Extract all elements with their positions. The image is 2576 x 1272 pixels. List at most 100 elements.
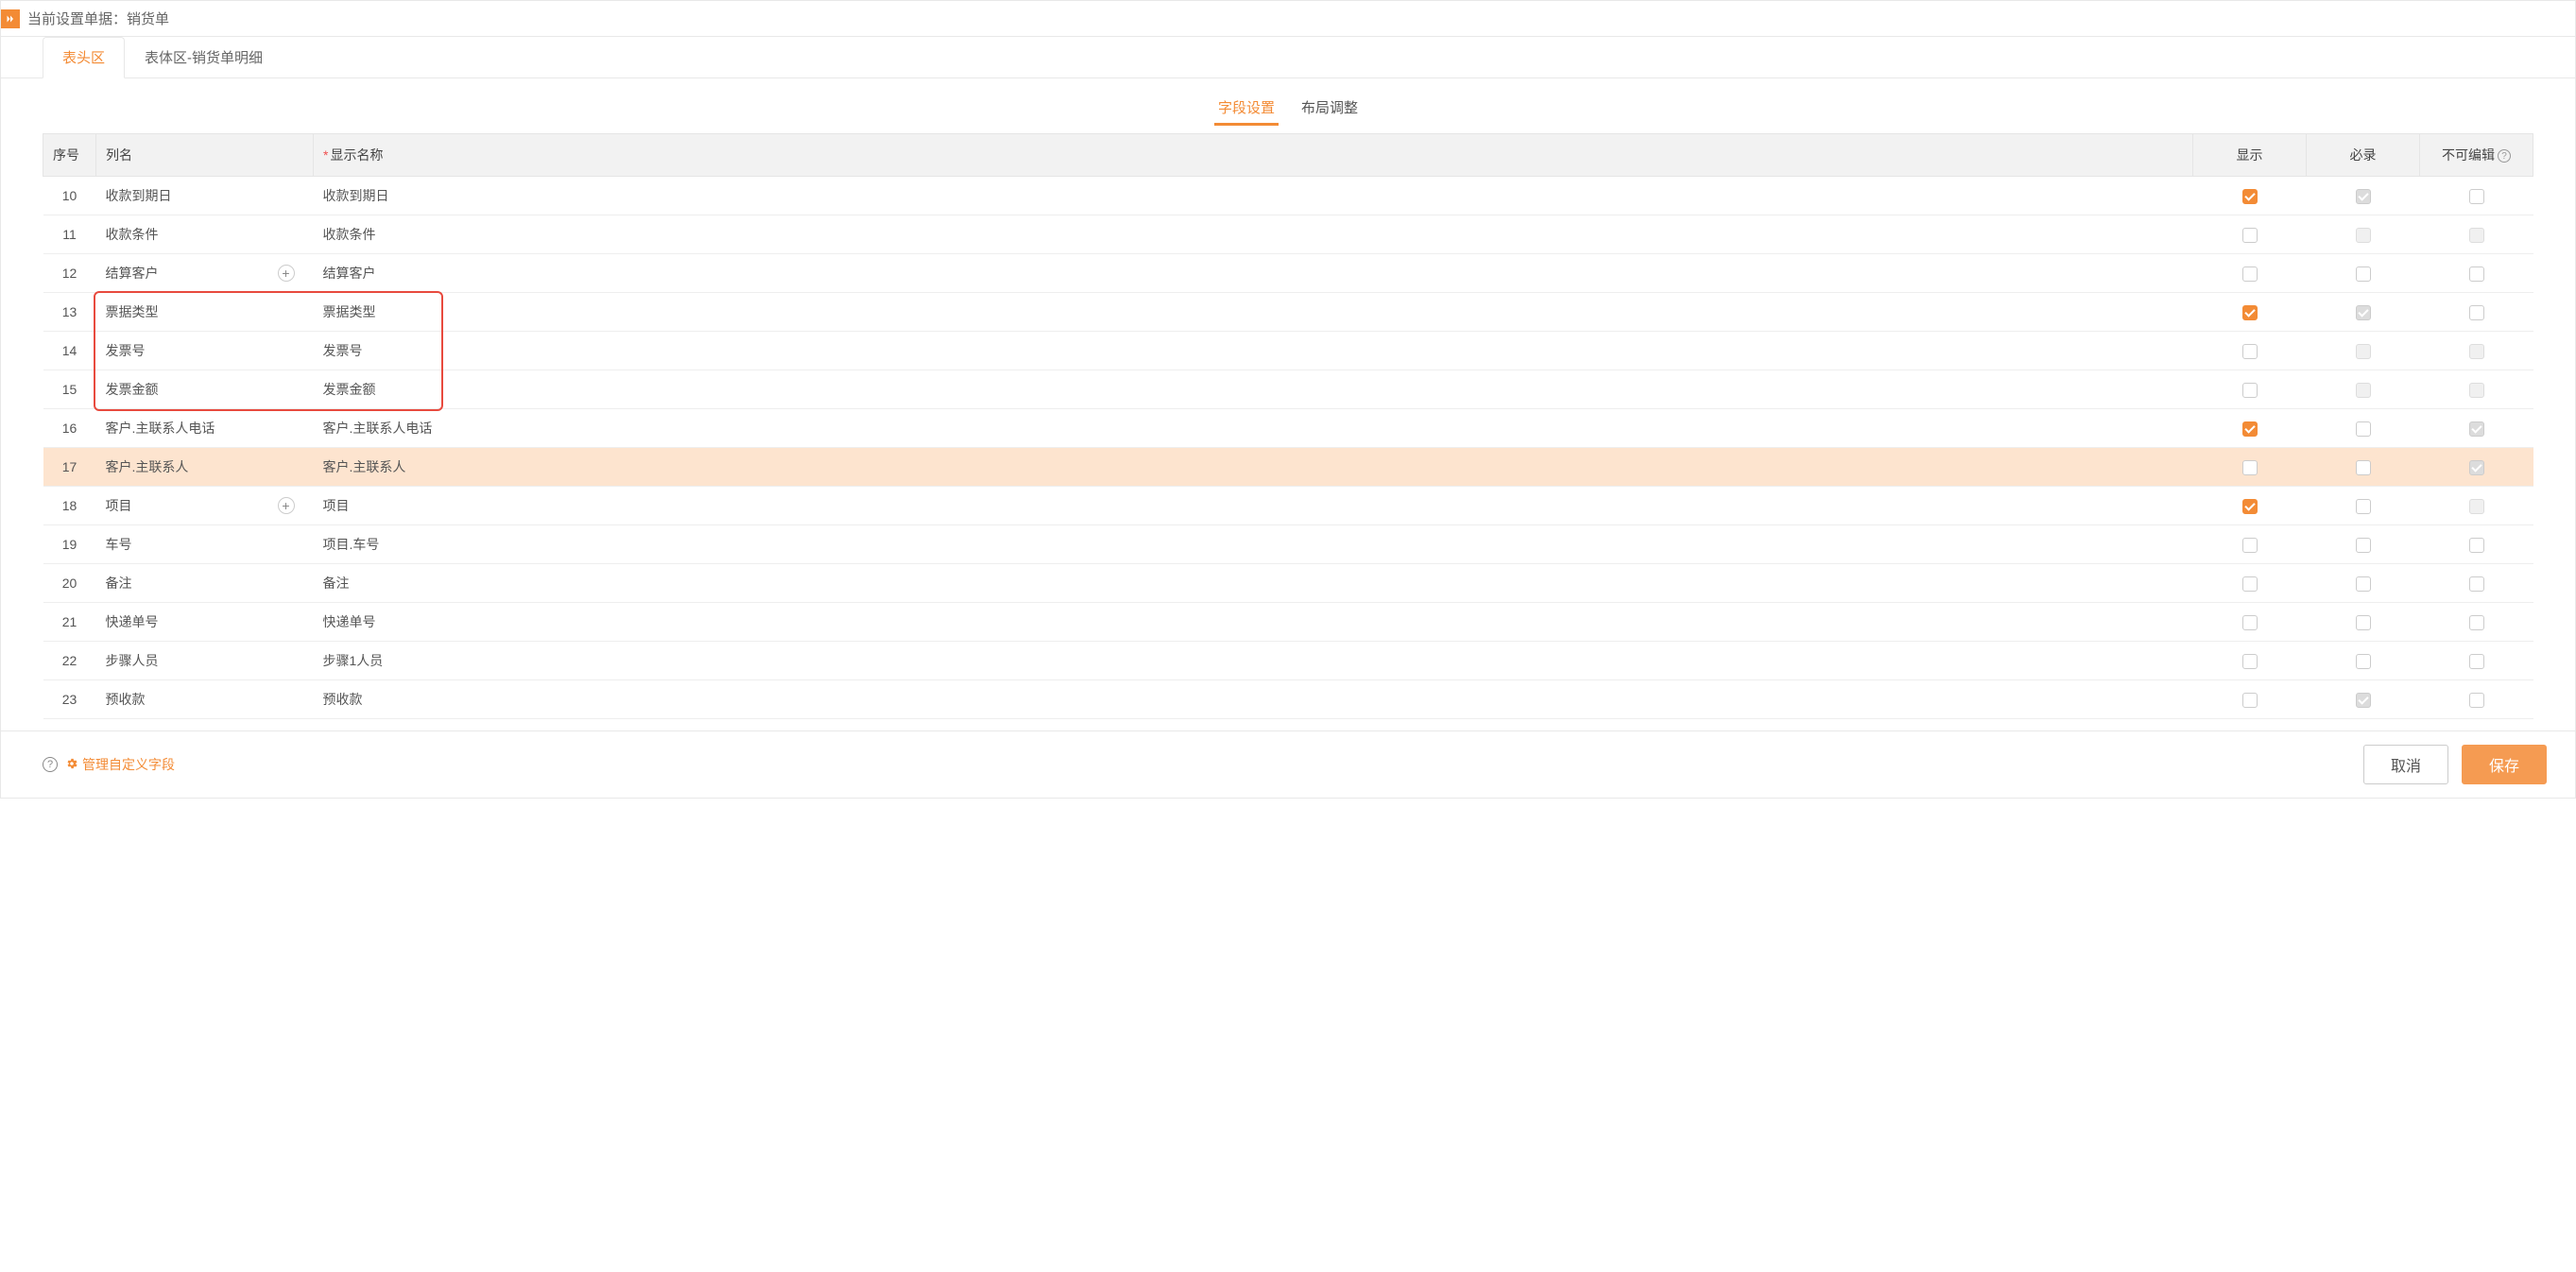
- cell-display-name[interactable]: 结算客户: [314, 254, 2193, 293]
- table-row[interactable]: 19车号项目.车号: [43, 525, 2533, 564]
- show-checkbox[interactable]: [2242, 499, 2258, 514]
- cell-col-name: 快递单号: [96, 603, 314, 642]
- table-row[interactable]: 20备注备注: [43, 564, 2533, 603]
- cell-seq: 17: [43, 448, 96, 487]
- table-row[interactable]: 16客户.主联系人电话客户.主联系人电话: [43, 409, 2533, 448]
- cell-display-name[interactable]: 步骤1人员: [314, 642, 2193, 680]
- table-row[interactable]: 23预收款预收款: [43, 680, 2533, 719]
- show-checkbox[interactable]: [2242, 228, 2258, 243]
- readonly-checkbox: [2469, 499, 2484, 514]
- cancel-button[interactable]: 取消: [2363, 745, 2448, 784]
- table-row[interactable]: 11收款条件收款条件: [43, 215, 2533, 254]
- cell-display-name[interactable]: 客户.主联系人电话: [314, 409, 2193, 448]
- show-checkbox[interactable]: [2242, 421, 2258, 437]
- table-row[interactable]: 15发票金额发票金额: [43, 370, 2533, 409]
- cell-seq: 18: [43, 487, 96, 525]
- tab-header-area[interactable]: 表头区: [43, 37, 125, 78]
- cell-display-name[interactable]: 收款条件: [314, 215, 2193, 254]
- help-icon[interactable]: ?: [2498, 149, 2511, 163]
- readonly-checkbox[interactable]: [2469, 654, 2484, 669]
- readonly-checkbox[interactable]: [2469, 538, 2484, 553]
- cell-display-name[interactable]: 票据类型: [314, 293, 2193, 332]
- cell-required: [2307, 332, 2420, 370]
- table-row[interactable]: 12结算客户+结算客户: [43, 254, 2533, 293]
- show-checkbox[interactable]: [2242, 266, 2258, 282]
- cell-display-name[interactable]: 发票金额: [314, 370, 2193, 409]
- show-checkbox[interactable]: [2242, 693, 2258, 708]
- table-row[interactable]: 10收款到期日收款到期日: [43, 177, 2533, 215]
- show-checkbox[interactable]: [2242, 538, 2258, 553]
- cell-show: [2193, 177, 2307, 215]
- required-checkbox[interactable]: [2356, 499, 2371, 514]
- table-container: 序号 列名 *显示名称 显示 必录 不可编辑? 10收款到期日收款到期日11收款…: [1, 133, 2575, 719]
- sub-tab-field-settings[interactable]: 字段设置: [1214, 92, 1279, 126]
- cell-readonly: [2420, 293, 2533, 332]
- cell-display-name[interactable]: 发票号: [314, 332, 2193, 370]
- cell-display-name[interactable]: 预收款: [314, 680, 2193, 719]
- question-icon: ?: [43, 757, 58, 772]
- readonly-checkbox[interactable]: [2469, 189, 2484, 204]
- required-checkbox[interactable]: [2356, 266, 2371, 282]
- cell-readonly: [2420, 448, 2533, 487]
- th-col-name: 列名: [96, 134, 314, 177]
- show-checkbox[interactable]: [2242, 654, 2258, 669]
- required-checkbox[interactable]: [2356, 460, 2371, 475]
- table-row[interactable]: 18项目+项目: [43, 487, 2533, 525]
- cell-display-name[interactable]: 收款到期日: [314, 177, 2193, 215]
- manage-custom-fields-link[interactable]: ? 管理自定义字段: [43, 755, 175, 774]
- col-name-text: 步骤人员: [106, 653, 159, 668]
- cell-display-name[interactable]: 客户.主联系人: [314, 448, 2193, 487]
- show-checkbox[interactable]: [2242, 576, 2258, 592]
- cell-col-name: 结算客户+: [96, 254, 314, 293]
- readonly-checkbox[interactable]: [2469, 266, 2484, 282]
- readonly-checkbox[interactable]: [2469, 305, 2484, 320]
- cell-show: [2193, 332, 2307, 370]
- cell-col-name: 票据类型: [96, 293, 314, 332]
- show-checkbox[interactable]: [2242, 615, 2258, 630]
- cell-show: [2193, 525, 2307, 564]
- required-checkbox[interactable]: [2356, 538, 2371, 553]
- table-row[interactable]: 21快递单号快递单号: [43, 603, 2533, 642]
- cell-seq: 13: [43, 293, 96, 332]
- cell-show: [2193, 603, 2307, 642]
- table-row[interactable]: 13票据类型票据类型: [43, 293, 2533, 332]
- table-row[interactable]: 22步骤人员步骤1人员: [43, 642, 2533, 680]
- cell-display-name[interactable]: 快递单号: [314, 603, 2193, 642]
- col-name-text: 客户.主联系人电话: [106, 421, 215, 436]
- save-button[interactable]: 保存: [2462, 745, 2547, 784]
- cell-display-name[interactable]: 项目.车号: [314, 525, 2193, 564]
- table-row[interactable]: 17客户.主联系人客户.主联系人: [43, 448, 2533, 487]
- tab-body-detail[interactable]: 表体区-销货单明细: [125, 37, 283, 77]
- table-header-row: 序号 列名 *显示名称 显示 必录 不可编辑?: [43, 134, 2533, 177]
- cell-show: [2193, 564, 2307, 603]
- cell-required: [2307, 293, 2420, 332]
- cell-display-name[interactable]: 项目: [314, 487, 2193, 525]
- plus-icon[interactable]: +: [278, 497, 295, 514]
- show-checkbox[interactable]: [2242, 344, 2258, 359]
- show-checkbox[interactable]: [2242, 305, 2258, 320]
- document-label: 当前设置单据：销货单: [27, 9, 169, 28]
- manage-custom-fields-label: 管理自定义字段: [82, 755, 175, 774]
- show-checkbox[interactable]: [2242, 189, 2258, 204]
- cell-display-name[interactable]: 备注: [314, 564, 2193, 603]
- readonly-checkbox[interactable]: [2469, 693, 2484, 708]
- required-checkbox[interactable]: [2356, 654, 2371, 669]
- sub-tab-layout-adjust[interactable]: 布局调整: [1297, 92, 1362, 126]
- table-row[interactable]: 14发票号发票号: [43, 332, 2533, 370]
- col-name-text: 收款到期日: [106, 188, 172, 203]
- show-checkbox[interactable]: [2242, 460, 2258, 475]
- required-checkbox[interactable]: [2356, 615, 2371, 630]
- main-tabs: 表头区 表体区-销货单明细: [1, 37, 2575, 78]
- cell-readonly: [2420, 525, 2533, 564]
- plus-icon[interactable]: +: [278, 265, 295, 282]
- cell-col-name: 收款条件: [96, 215, 314, 254]
- required-checkbox[interactable]: [2356, 421, 2371, 437]
- gear-icon: [65, 757, 78, 773]
- readonly-checkbox[interactable]: [2469, 615, 2484, 630]
- header-bar: 当前设置单据：销货单: [1, 1, 2575, 37]
- collapse-button[interactable]: [1, 9, 20, 28]
- show-checkbox[interactable]: [2242, 383, 2258, 398]
- col-name-text: 车号: [106, 537, 132, 552]
- readonly-checkbox[interactable]: [2469, 576, 2484, 592]
- required-checkbox[interactable]: [2356, 576, 2371, 592]
